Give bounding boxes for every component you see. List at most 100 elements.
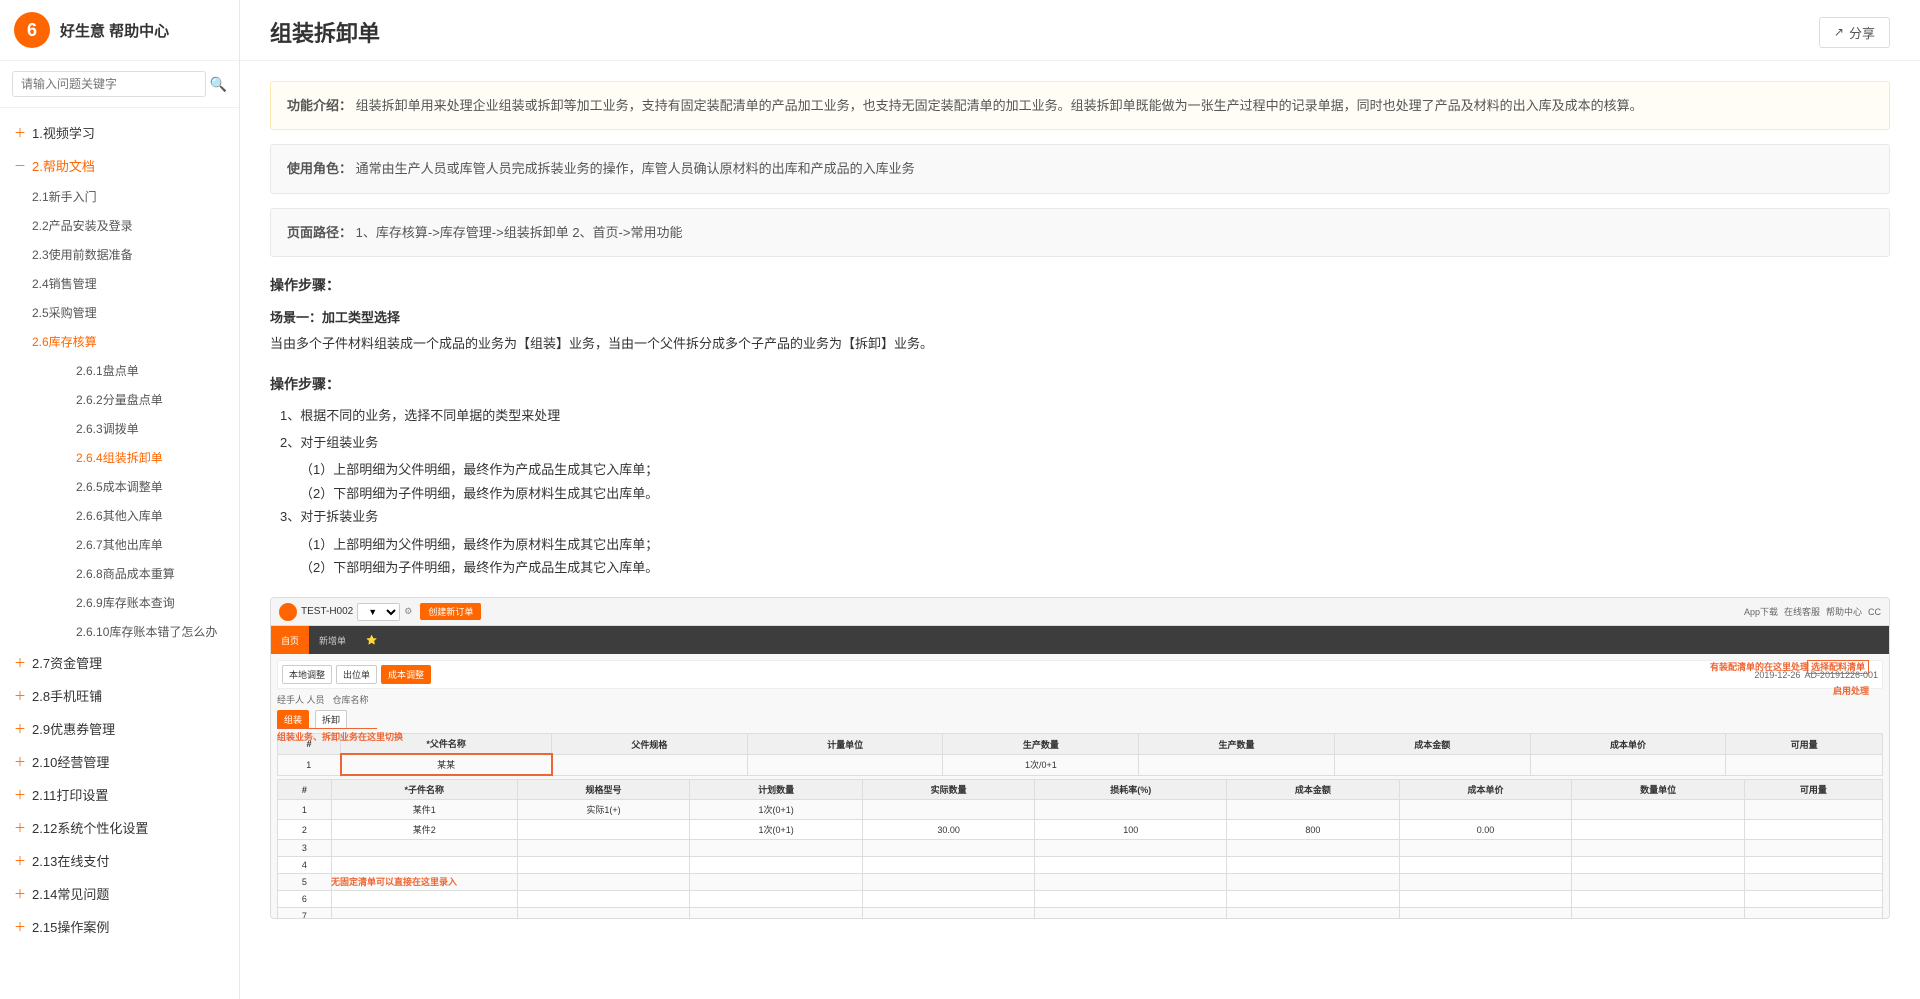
step2-1: （1）上部明细为父件明细，最终作为产成品生成其它入库单；: [300, 458, 1890, 481]
app-new-order-btn[interactable]: 创建新订单: [420, 603, 481, 620]
table-cell: [1227, 891, 1400, 908]
role-block: 使用角色： 通常由生产人员或库管人员完成拆装业务的操作，库管人员确认原材料的出库…: [270, 144, 1890, 193]
func-intro-label: 功能介绍：: [287, 98, 352, 113]
table-cell: [862, 874, 1035, 891]
table-cell: [331, 908, 517, 919]
table-cell: 7: [278, 908, 332, 919]
scene1-desc: 当由多个子件材料组装成一个成品的业务为【组装】业务，当由一个父件拆分成多个子产品…: [270, 332, 1890, 355]
app-type-assemble[interactable]: 组装: [277, 710, 309, 729]
sidebar-item-2-13[interactable]: ＋ 2.13在线支付: [0, 844, 239, 877]
sidebar-item-2-6-6[interactable]: 2.6.6其他入库单: [44, 501, 239, 530]
table-cell: [552, 754, 748, 775]
sidebar-item-2-6-10[interactable]: 2.6.10库存账本错了怎么办: [44, 617, 239, 646]
table-cell: [1035, 840, 1227, 857]
screenshot-container: TEST-H002 ▼ ⚙ 创建新订单 App下载 在线客服 帮助中心 CC: [270, 597, 1890, 919]
search-button[interactable]: 🔍: [210, 76, 227, 93]
table-cell: 1次/0+1: [943, 754, 1139, 775]
sidebar-item-label: 2.14常见问题: [32, 884, 109, 903]
collapse-icon: －: [14, 157, 26, 174]
sidebar-item-2-12[interactable]: ＋ 2.12系统个性化设置: [0, 811, 239, 844]
share-icon: ↗: [1834, 25, 1844, 39]
sidebar-item-2-6[interactable]: 2.6库存核算: [0, 327, 239, 356]
search-input[interactable]: [12, 71, 206, 97]
table-cell: 某件1: [331, 800, 517, 820]
app-sub-col9: 数量单位: [1572, 780, 1745, 800]
app-nav-home[interactable]: 自页: [271, 626, 309, 654]
sidebar-item-2-1[interactable]: 2.1新手入门: [0, 182, 239, 211]
sidebar-item-docs[interactable]: － 2.帮助文档: [0, 149, 239, 182]
app-title: 好生意 帮助中心: [60, 20, 169, 41]
app-btn-cost[interactable]: 成本调整: [381, 665, 431, 684]
main-content: 组装拆卸单 ↗ 分享 功能介绍： 组装拆卸单用来处理企业组装或拆卸等加工业务，支…: [240, 0, 1920, 999]
sidebar-item-2-9[interactable]: ＋ 2.9优惠券管理: [0, 712, 239, 745]
table-cell: [1572, 857, 1745, 874]
sidebar-item-2-6-9[interactable]: 2.6.9库存账本查询: [44, 588, 239, 617]
table-cell: 1: [278, 754, 341, 775]
sidebar-item-2-10[interactable]: ＋ 2.10经营管理: [0, 745, 239, 778]
table-cell: [1572, 908, 1745, 919]
table-cell: [1744, 840, 1882, 857]
table-row: 1 某件1 实际1(+) 1次(0+1): [278, 800, 1883, 820]
content-area: 功能介绍： 组装拆卸单用来处理企业组装或拆卸等加工业务，支持有固定装配清单的产品…: [240, 61, 1920, 957]
app-btn-adjust[interactable]: 本地调整: [282, 665, 332, 684]
expand-icon: ＋: [14, 654, 26, 671]
table-cell: [517, 857, 690, 874]
app-sub-col5: 实际数量: [862, 780, 1035, 800]
sidebar-item-2-6-1[interactable]: 2.6.1盘点单: [44, 356, 239, 385]
sidebar-item-2-6-2[interactable]: 2.6.2分量盘点单: [44, 385, 239, 414]
sidebar-item-2-2[interactable]: 2.2产品安装及登录: [0, 211, 239, 240]
step2-sub: （1）上部明细为父件明细，最终作为产成品生成其它入库单； （2）下部明细为子件明…: [300, 458, 1890, 505]
table-cell: 2: [278, 820, 332, 840]
step2-2: （2）下部明细为子件明细，最终作为原材料生成其它出库单。: [300, 482, 1890, 505]
app-date: 2019-12-26: [1754, 670, 1800, 680]
app-topbar-icon1: ⚙: [404, 606, 412, 617]
app-topbar-avatar: CC: [1868, 607, 1881, 617]
app-dropdown[interactable]: ▼: [357, 603, 400, 621]
table-cell: [1572, 840, 1745, 857]
logo-icon: 6: [14, 12, 50, 48]
table-cell: [1227, 840, 1400, 857]
sidebar-item-2-6-8[interactable]: 2.6.8商品成本重算: [44, 559, 239, 588]
app-type-disassemble[interactable]: 拆卸: [315, 710, 347, 729]
sidebar-item-2-6-4[interactable]: 2.6.4组装拆卸单: [44, 443, 239, 472]
ops-title: 操作步骤：: [270, 275, 1890, 295]
sidebar-item-2-4[interactable]: 2.4销售管理: [0, 269, 239, 298]
app-nav-fav[interactable]: ⭐: [356, 626, 387, 654]
table-cell: [1399, 891, 1572, 908]
sidebar-item-2-7[interactable]: ＋ 2.7资金管理: [0, 646, 239, 679]
expand-icon: ＋: [14, 687, 26, 704]
main-header: 组装拆卸单 ↗ 分享: [240, 0, 1920, 61]
sidebar-item-2-6-5[interactable]: 2.6.5成本调整单: [44, 472, 239, 501]
app-nav-new[interactable]: 新增单: [309, 626, 356, 654]
sidebar-item-2-5[interactable]: 2.5采购管理: [0, 298, 239, 327]
table-row: 4: [278, 857, 1883, 874]
sidebar-item-2-8[interactable]: ＋ 2.8手机旺铺: [0, 679, 239, 712]
table-cell: 1次(0+1): [690, 800, 863, 820]
app-topbar-menu3: 帮助中心: [1826, 605, 1862, 618]
table-cell: [1399, 874, 1572, 891]
expand-icon: ＋: [14, 124, 26, 141]
role-text: 通常由生产人员或库管人员完成拆装业务的操作，库管人员确认原材料的出库和产成品的入…: [356, 161, 915, 176]
sidebar-item-label: 2.帮助文档: [32, 156, 95, 175]
sidebar-item-2-11[interactable]: ＋ 2.11打印设置: [0, 778, 239, 811]
sidebar-item-2-15[interactable]: ＋ 2.15操作案例: [0, 910, 239, 943]
func-intro-text: 组装拆卸单用来处理企业组装或拆卸等加工业务，支持有固定装配清单的产品加工业务，也…: [356, 98, 1643, 113]
nav-sub-docs: 2.1新手入门 2.2产品安装及登录 2.3使用前数据准备 2.4销售管理 2.…: [0, 182, 239, 646]
table-cell: 4: [278, 857, 332, 874]
share-button[interactable]: ↗ 分享: [1819, 17, 1890, 48]
sidebar-item-2-3[interactable]: 2.3使用前数据准备: [0, 240, 239, 269]
app-btn-exit[interactable]: 出位单: [336, 665, 377, 684]
table-row: 3: [278, 840, 1883, 857]
table-cell: [1399, 857, 1572, 874]
table-cell: [862, 840, 1035, 857]
app-table-col3: 父件规格: [552, 734, 748, 755]
scene1-title: 场景一：加工类型选择: [270, 307, 1890, 326]
sidebar-item-video[interactable]: ＋ 1.视频学习: [0, 116, 239, 149]
expand-icon: ＋: [14, 885, 26, 902]
table-cell: [690, 891, 863, 908]
table-row: 6: [278, 891, 1883, 908]
sidebar-item-2-6-7[interactable]: 2.6.7其他出库单: [44, 530, 239, 559]
step2: 2、对于组装业务: [280, 431, 1890, 454]
sidebar-item-2-14[interactable]: ＋ 2.14常见问题: [0, 877, 239, 910]
sidebar-item-2-6-3[interactable]: 2.6.3调拨单: [44, 414, 239, 443]
